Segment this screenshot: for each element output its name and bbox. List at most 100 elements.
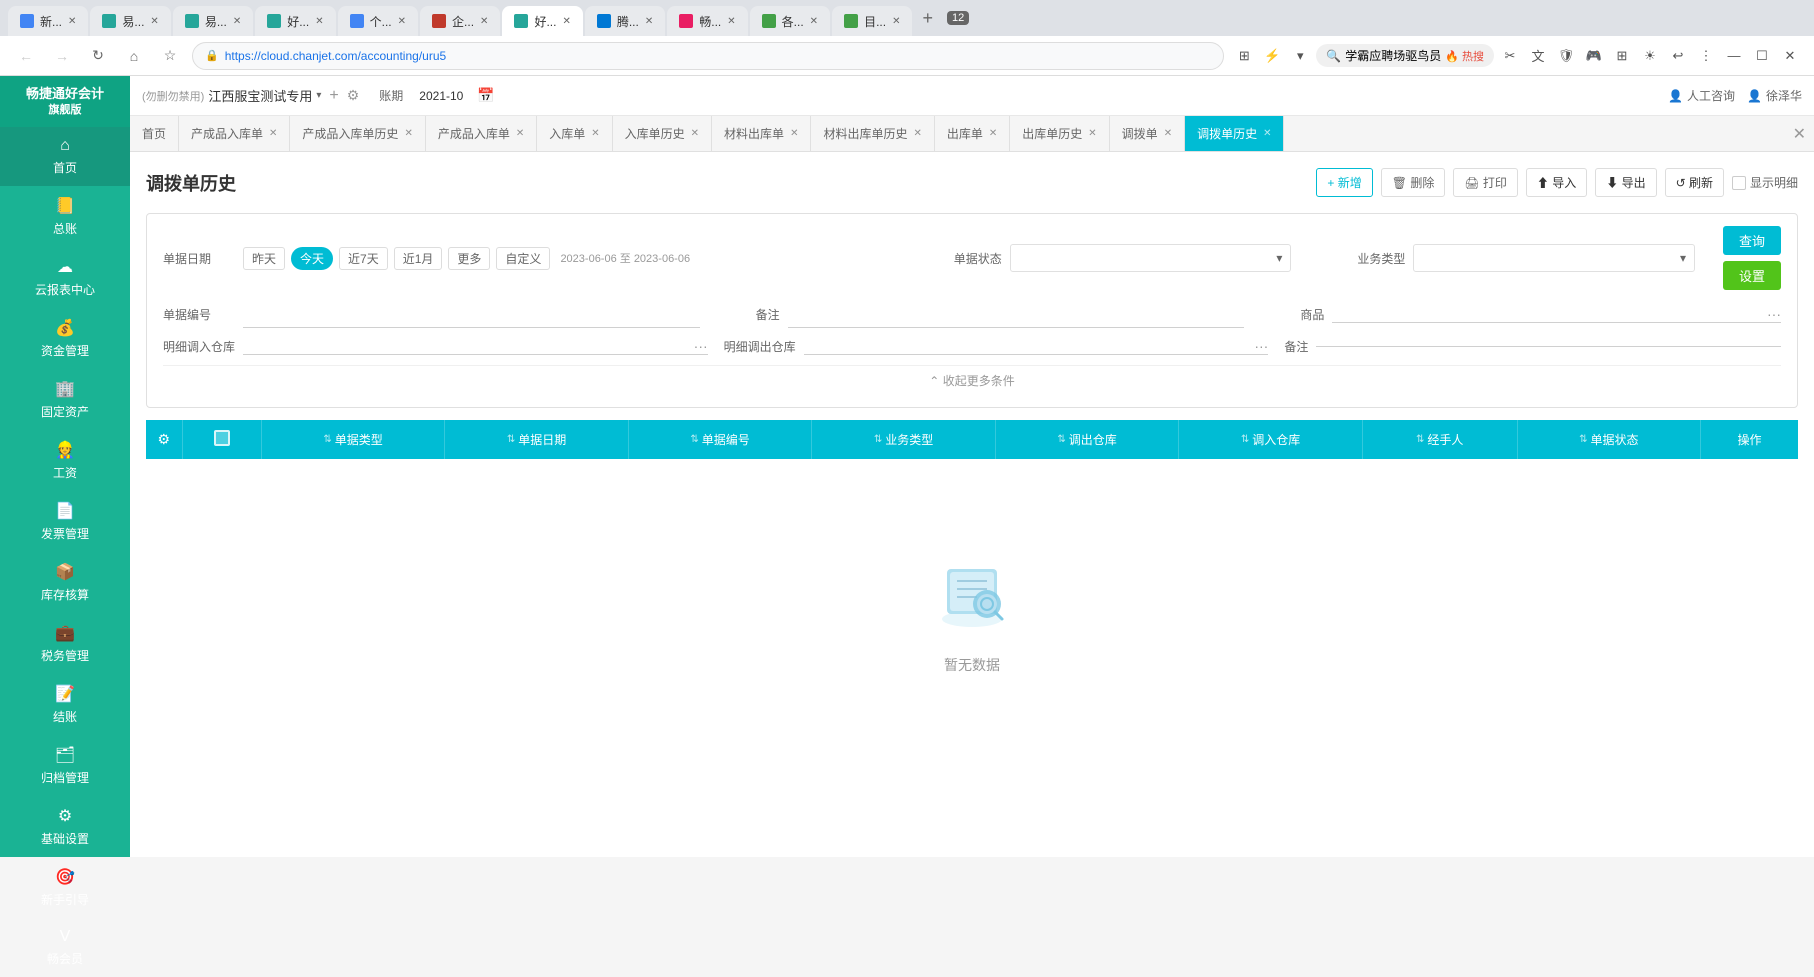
th-out-warehouse[interactable]: ⇅ 调出仓库: [995, 420, 1179, 459]
doc-no-input[interactable]: [243, 300, 700, 328]
forward-button[interactable]: →: [48, 42, 76, 70]
sidebar-item-close[interactable]: 📝 结账: [0, 674, 130, 735]
sidebar-item-inventory[interactable]: 📦 库存核算: [0, 552, 130, 613]
tab-close-10[interactable]: ✕: [810, 16, 818, 27]
tab-x-9[interactable]: ✕: [1088, 128, 1096, 139]
sidebar-item-invoice[interactable]: 📄 发票管理: [0, 491, 130, 552]
user-avatar[interactable]: 👤 徐泽华: [1747, 87, 1802, 104]
th-settings[interactable]: ⚙: [146, 420, 182, 459]
filter-settings-button[interactable]: 设置: [1723, 261, 1781, 290]
sidebar-item-salary[interactable]: 👷 工资: [0, 430, 130, 491]
in-warehouse-input[interactable]: ···: [243, 338, 708, 355]
tab-close-1[interactable]: ✕: [68, 16, 76, 27]
page-tab-6[interactable]: 材料出库单 ✕: [712, 116, 811, 152]
tab-x-4[interactable]: ✕: [591, 128, 599, 139]
new-tab-button[interactable]: +: [914, 8, 941, 29]
search-bar[interactable]: 🔍 学霸应聘场驱鸟员 🔥 热搜: [1316, 44, 1494, 67]
sidebar-item-tax[interactable]: 💼 税务管理: [0, 613, 130, 674]
minimize-icon[interactable]: —: [1722, 44, 1746, 68]
sidebar-item-reports[interactable]: ☁ 云报表中心: [0, 247, 130, 308]
browser-tab-3[interactable]: 易... ✕: [173, 6, 253, 36]
browser-tab-5[interactable]: 个... ✕: [338, 6, 418, 36]
note2-input[interactable]: [1316, 346, 1781, 347]
out-warehouse-input[interactable]: ···: [804, 338, 1269, 355]
date-btn-yesterday[interactable]: 昨天: [243, 247, 285, 270]
address-bar[interactable]: 🔒 https://cloud.chanjet.com/accounting/u…: [192, 42, 1224, 70]
date-btn-1month[interactable]: 近1月: [394, 247, 443, 270]
sun-icon[interactable]: ☀: [1638, 44, 1662, 68]
in-warehouse-picker-icon[interactable]: ···: [694, 338, 708, 354]
export-button[interactable]: ⬇ 导出: [1595, 168, 1656, 197]
sidebar-item-home[interactable]: ⌂ 首页: [0, 127, 130, 186]
select-all-checkbox[interactable]: [214, 430, 230, 446]
th-handler[interactable]: ⇅ 经手人: [1362, 420, 1517, 459]
page-tab-8[interactable]: 出库单 ✕: [935, 116, 1010, 152]
note-input[interactable]: [788, 300, 1245, 328]
page-tab-4[interactable]: 入库单 ✕: [537, 116, 612, 152]
page-tab-10[interactable]: 调拨单 ✕: [1110, 116, 1185, 152]
browser-tab-7[interactable]: 好... ✕: [502, 6, 582, 36]
settings-company-icon[interactable]: ⚙: [347, 87, 360, 104]
company-selector[interactable]: (勿删勿禁用) 江西服宝测试专用 ▾ + ⚙: [142, 86, 359, 105]
tab-close-4[interactable]: ✕: [315, 16, 323, 27]
browser-tab-2[interactable]: 易... ✕: [90, 6, 170, 36]
browser-tab-9[interactable]: 畅... ✕: [667, 6, 747, 36]
sidebar-item-assets[interactable]: 🏢 固定资产: [0, 369, 130, 430]
calendar-icon[interactable]: 📅: [477, 87, 494, 104]
date-btn-7days[interactable]: 近7天: [339, 247, 388, 270]
sidebar-item-member[interactable]: V 畅会员: [0, 918, 130, 977]
out-warehouse-picker-icon[interactable]: ···: [1254, 338, 1268, 354]
tab-x-5[interactable]: ✕: [691, 128, 699, 139]
browser-tab-10[interactable]: 各... ✕: [750, 6, 830, 36]
tab-x-7[interactable]: ✕: [913, 128, 921, 139]
tab-close-9[interactable]: ✕: [727, 16, 735, 27]
page-tab-7[interactable]: 材料出库单历史 ✕: [811, 116, 934, 152]
grid-icon[interactable]: ⊞: [1610, 44, 1634, 68]
date-btn-custom[interactable]: 自定义: [496, 247, 550, 270]
th-biz-type[interactable]: ⇅ 业务类型: [812, 420, 996, 459]
maximize-icon[interactable]: ☐: [1750, 44, 1774, 68]
browser-tab-11[interactable]: 目... ✕: [832, 6, 912, 36]
refresh-btn[interactable]: ↺ 刷新: [1665, 168, 1724, 197]
browser-menu-icon[interactable]: ⋮: [1694, 44, 1718, 68]
page-tab-11[interactable]: 调拨单历史 ✕: [1185, 116, 1284, 152]
sort-doc-type[interactable]: ⇅ 单据类型: [270, 431, 437, 448]
th-in-warehouse[interactable]: ⇅ 调入仓库: [1179, 420, 1363, 459]
status-select[interactable]: ▾: [1010, 244, 1292, 272]
show-cols-checkbox[interactable]: [1732, 176, 1746, 190]
page-tab-3[interactable]: 产成品入库单 ✕: [426, 116, 537, 152]
tab-panel-close-icon[interactable]: ✕: [1785, 124, 1814, 144]
tab-close-6[interactable]: ✕: [480, 16, 488, 27]
lightning-icon[interactable]: ⚡: [1260, 44, 1284, 68]
delete-button[interactable]: 🗑 删除: [1381, 168, 1446, 197]
page-tab-5[interactable]: 入库单历史 ✕: [613, 116, 712, 152]
close-browser-icon[interactable]: ✕: [1778, 44, 1802, 68]
th-doc-status[interactable]: ⇅ 单据状态: [1517, 420, 1701, 459]
query-button[interactable]: 查询: [1723, 226, 1781, 255]
page-tab-2[interactable]: 产成品入库单历史 ✕: [290, 116, 425, 152]
th-doc-date[interactable]: ⇅ 单据日期: [445, 420, 629, 459]
browser-tab-8[interactable]: 腾... ✕: [585, 6, 665, 36]
page-tab-home[interactable]: 首页: [130, 116, 179, 152]
collapse-bar[interactable]: ⌃ 收起更多条件: [163, 365, 1781, 395]
tab-x-10[interactable]: ✕: [1164, 128, 1172, 139]
browser-tab-1[interactable]: 新... ✕: [8, 6, 88, 36]
goods-input-container[interactable]: ···: [1332, 306, 1781, 323]
home-button[interactable]: ⌂: [120, 42, 148, 70]
sort-doc-date[interactable]: ⇅ 单据日期: [453, 431, 620, 448]
undo-icon[interactable]: ↩: [1666, 44, 1690, 68]
tab-close-11[interactable]: ✕: [892, 16, 900, 27]
import-button[interactable]: ⬆ 导入: [1526, 168, 1587, 197]
sort-in-warehouse[interactable]: ⇅ 调入仓库: [1187, 431, 1354, 448]
th-checkbox[interactable]: [182, 420, 261, 459]
menu-dropdown-icon[interactable]: ▾: [1288, 44, 1312, 68]
scissors-icon[interactable]: ✂: [1498, 44, 1522, 68]
th-doc-no[interactable]: ⇅ 单据编号: [628, 420, 812, 459]
tab-close-8[interactable]: ✕: [645, 16, 653, 27]
tab-x-1[interactable]: ✕: [269, 128, 277, 139]
translate-icon[interactable]: 文: [1526, 44, 1550, 68]
tab-close-3[interactable]: ✕: [233, 16, 241, 27]
sort-doc-no[interactable]: ⇅ 单据编号: [637, 431, 804, 448]
sort-handler[interactable]: ⇅ 经手人: [1371, 431, 1509, 448]
tab-close-5[interactable]: ✕: [398, 16, 406, 27]
